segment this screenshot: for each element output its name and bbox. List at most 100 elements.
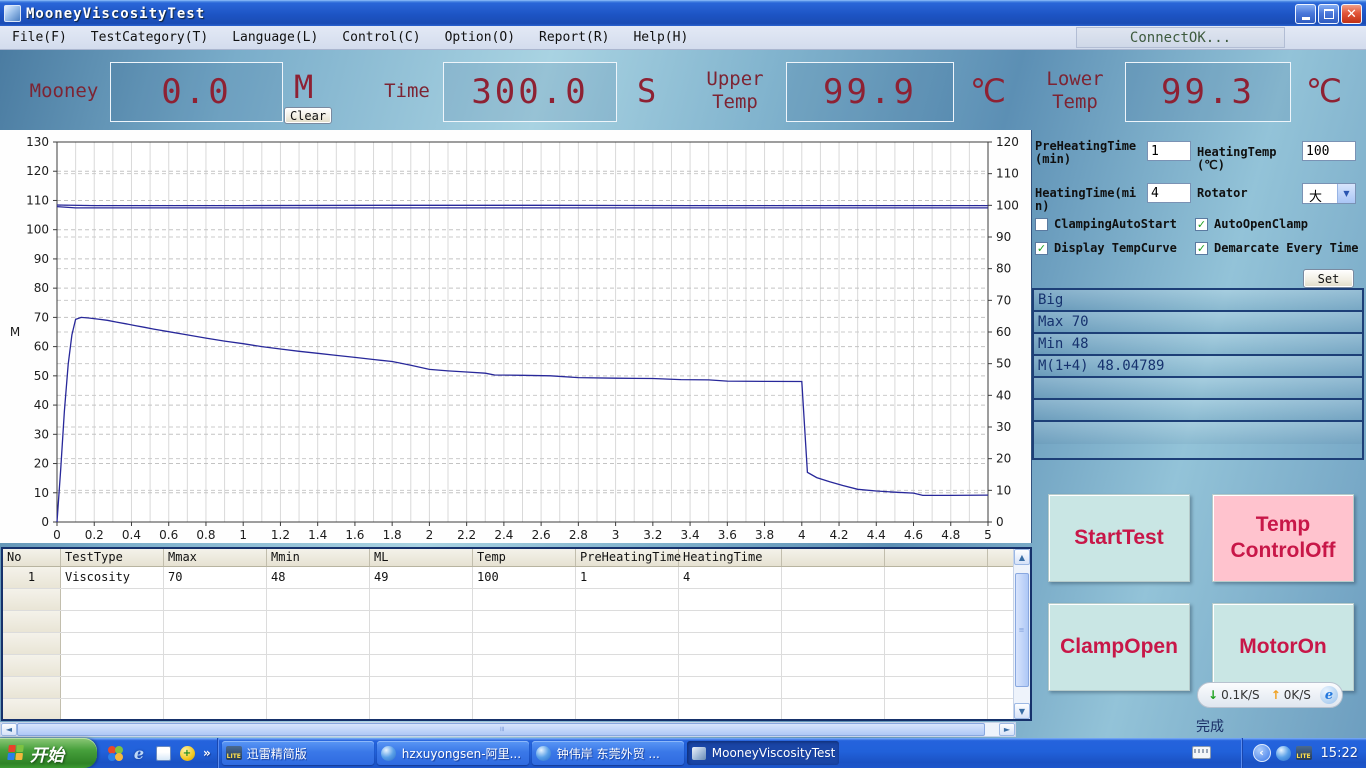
table-header-cell[interactable]: No bbox=[3, 549, 61, 566]
scroll-down-icon[interactable]: ▼ bbox=[1014, 703, 1030, 719]
ie-icon[interactable]: e bbox=[129, 742, 149, 764]
scroll-right-icon[interactable]: ► bbox=[999, 723, 1015, 736]
table-header-cell[interactable] bbox=[782, 549, 885, 566]
horizontal-scroll-thumb[interactable]: ≡ bbox=[17, 723, 985, 736]
table-header-cell[interactable]: Mmin bbox=[267, 549, 370, 566]
quick-launch-overflow-icon[interactable]: » bbox=[203, 746, 211, 760]
rotator-dropdown[interactable]: 大 ▼ bbox=[1302, 183, 1356, 205]
temp-controloff-button[interactable]: Temp ControlOff bbox=[1212, 494, 1354, 582]
quick-launch-bar: e + » bbox=[97, 738, 218, 768]
table-header-cell[interactable] bbox=[885, 549, 988, 566]
preheatingtime-input[interactable] bbox=[1147, 141, 1191, 161]
svg-text:20: 20 bbox=[34, 457, 49, 471]
menu-item-report[interactable]: Report(R) bbox=[527, 27, 621, 49]
restore-button[interactable] bbox=[1318, 4, 1339, 24]
set-button[interactable]: Set bbox=[1303, 269, 1354, 288]
checkbox-item-demarcate-every-time[interactable]: ✓ Demarcate Every Time bbox=[1195, 241, 1361, 255]
taskbar-button-window[interactable]: hzxuyongsen-阿里... bbox=[376, 741, 529, 765]
thunder-lite-icon: LITE bbox=[225, 745, 242, 761]
system-tray: ‹ LITE 15:22 bbox=[1241, 738, 1366, 768]
start-label: 开始 bbox=[30, 745, 64, 766]
chevron-down-icon[interactable]: ▼ bbox=[1337, 184, 1355, 203]
checkbox-label: Display TempCurve bbox=[1054, 241, 1177, 255]
window-icon[interactable] bbox=[153, 742, 173, 764]
table-header-cell[interactable]: ML bbox=[370, 549, 473, 566]
table-row-1[interactable]: 1 Viscosity 70 48 49 100 1 4 bbox=[3, 567, 1013, 589]
ie-icon[interactable]: e bbox=[1320, 686, 1338, 704]
checkbox-checked-icon[interactable]: ✓ bbox=[1035, 241, 1048, 255]
checkbox-checked-icon[interactable]: ✓ bbox=[1195, 241, 1208, 255]
minimize-button[interactable] bbox=[1295, 4, 1316, 24]
upper-temp-curve bbox=[56, 204, 988, 207]
table-cell bbox=[885, 611, 988, 632]
security-icon[interactable]: + bbox=[177, 742, 197, 764]
close-button[interactable]: ✕ bbox=[1341, 4, 1362, 24]
checkbox-item-clampingautostart[interactable]: ClampingAutoStart bbox=[1035, 217, 1195, 231]
svg-text:5: 5 bbox=[984, 528, 992, 542]
table-cell bbox=[885, 633, 988, 654]
table-cell bbox=[370, 589, 473, 610]
taskbar-button-window[interactable]: LITE 迅雷精简版 bbox=[221, 741, 374, 765]
thunder-tray-icon[interactable]: LITE bbox=[1295, 746, 1312, 760]
clear-button[interactable]: Clear bbox=[284, 107, 332, 124]
taskbar-button-window[interactable]: 钟伟岸 东莞外贸 ... bbox=[531, 741, 684, 765]
svg-text:0: 0 bbox=[996, 515, 1004, 529]
starttest-button[interactable]: StartTest bbox=[1048, 494, 1190, 582]
checkbox-item-autoopenclamp[interactable]: ✓ AutoOpenClamp bbox=[1195, 217, 1361, 231]
task-label: MooneyViscosityTest bbox=[711, 746, 835, 760]
menu-item-help[interactable]: Help(H) bbox=[621, 27, 700, 49]
table-cell bbox=[61, 611, 164, 632]
input-method-keyboard-icon[interactable] bbox=[1192, 746, 1211, 759]
table-header-cell[interactable]: HeatingTime bbox=[679, 549, 782, 566]
table-header-cell[interactable]: Mmax bbox=[164, 549, 267, 566]
svg-text:3.4: 3.4 bbox=[681, 528, 700, 542]
taskbar-button-active[interactable]: MooneyViscosityTest bbox=[686, 741, 839, 765]
clampopen-button[interactable]: ClampOpen bbox=[1048, 603, 1190, 691]
svg-text:110: 110 bbox=[996, 167, 1019, 181]
table-cell: 49 bbox=[370, 567, 473, 588]
lower-temp-label: Lower Temp bbox=[1046, 68, 1104, 113]
menu-item-testcategory[interactable]: TestCategory(T) bbox=[79, 27, 220, 49]
start-button[interactable]: 开始 bbox=[0, 738, 97, 768]
menu-bar: File(F) TestCategory(T) Language(L) Control… bbox=[0, 26, 1366, 50]
table-header-cell[interactable]: TestType bbox=[61, 549, 164, 566]
trademanager-tray-icon[interactable] bbox=[1275, 745, 1291, 761]
motoron-button[interactable]: MotorOn bbox=[1212, 603, 1354, 691]
table-cell bbox=[885, 567, 988, 588]
download-speed-widget[interactable]: ↓ 0.1K/S ↑ 0K/S e bbox=[1197, 682, 1343, 708]
result-row-5 bbox=[1034, 400, 1362, 422]
table-cell bbox=[782, 589, 885, 610]
table-cell bbox=[370, 611, 473, 632]
svg-text:40: 40 bbox=[34, 398, 49, 412]
checkbox-unchecked-icon[interactable] bbox=[1035, 217, 1048, 231]
checkbox-item-display-tempcurve[interactable]: ✓ Display TempCurve bbox=[1035, 241, 1195, 255]
table-cell: 1 bbox=[576, 567, 679, 588]
heatingtemp-label: HeatingTemp(℃) bbox=[1197, 145, 1277, 172]
result-row-1: Max 70 bbox=[1034, 312, 1362, 334]
menu-item-language[interactable]: Language(L) bbox=[220, 27, 330, 49]
svg-text:0.4: 0.4 bbox=[122, 528, 141, 542]
svg-text:3: 3 bbox=[612, 528, 620, 542]
menu-item-control[interactable]: Control(C) bbox=[330, 27, 432, 49]
checkbox-checked-icon[interactable]: ✓ bbox=[1195, 217, 1208, 231]
vertical-scroll-thumb[interactable]: ≡ bbox=[1015, 573, 1029, 687]
table-cell bbox=[473, 589, 576, 610]
svg-text:90: 90 bbox=[34, 252, 49, 266]
scroll-up-icon[interactable]: ▲ bbox=[1014, 549, 1030, 565]
menu-item-file[interactable]: File(F) bbox=[0, 27, 79, 49]
heatingtime-input[interactable] bbox=[1147, 183, 1191, 203]
preheatingtime-label: PreHeatingTime(min) bbox=[1035, 139, 1137, 166]
heatingtemp-input[interactable] bbox=[1302, 141, 1356, 161]
table-cell bbox=[164, 633, 267, 654]
scroll-left-icon[interactable]: ◄ bbox=[1, 723, 17, 736]
horizontal-scrollbar[interactable]: ◄ ≡ ► bbox=[0, 722, 1016, 737]
tray-collapse-icon[interactable]: ‹ bbox=[1252, 744, 1271, 762]
table-cell bbox=[782, 633, 885, 654]
table-header-cell[interactable]: PreHeatingTime bbox=[576, 549, 681, 566]
table-header-cell[interactable]: Temp bbox=[473, 549, 576, 566]
table-vertical-scrollbar[interactable]: ▲ ≡ ▼ bbox=[1013, 549, 1030, 719]
trademanager-icon bbox=[536, 745, 552, 761]
menu-item-option[interactable]: Option(O) bbox=[433, 27, 527, 49]
checkbox-label: AutoOpenClamp bbox=[1214, 217, 1308, 231]
messenger-icon[interactable] bbox=[105, 742, 125, 764]
